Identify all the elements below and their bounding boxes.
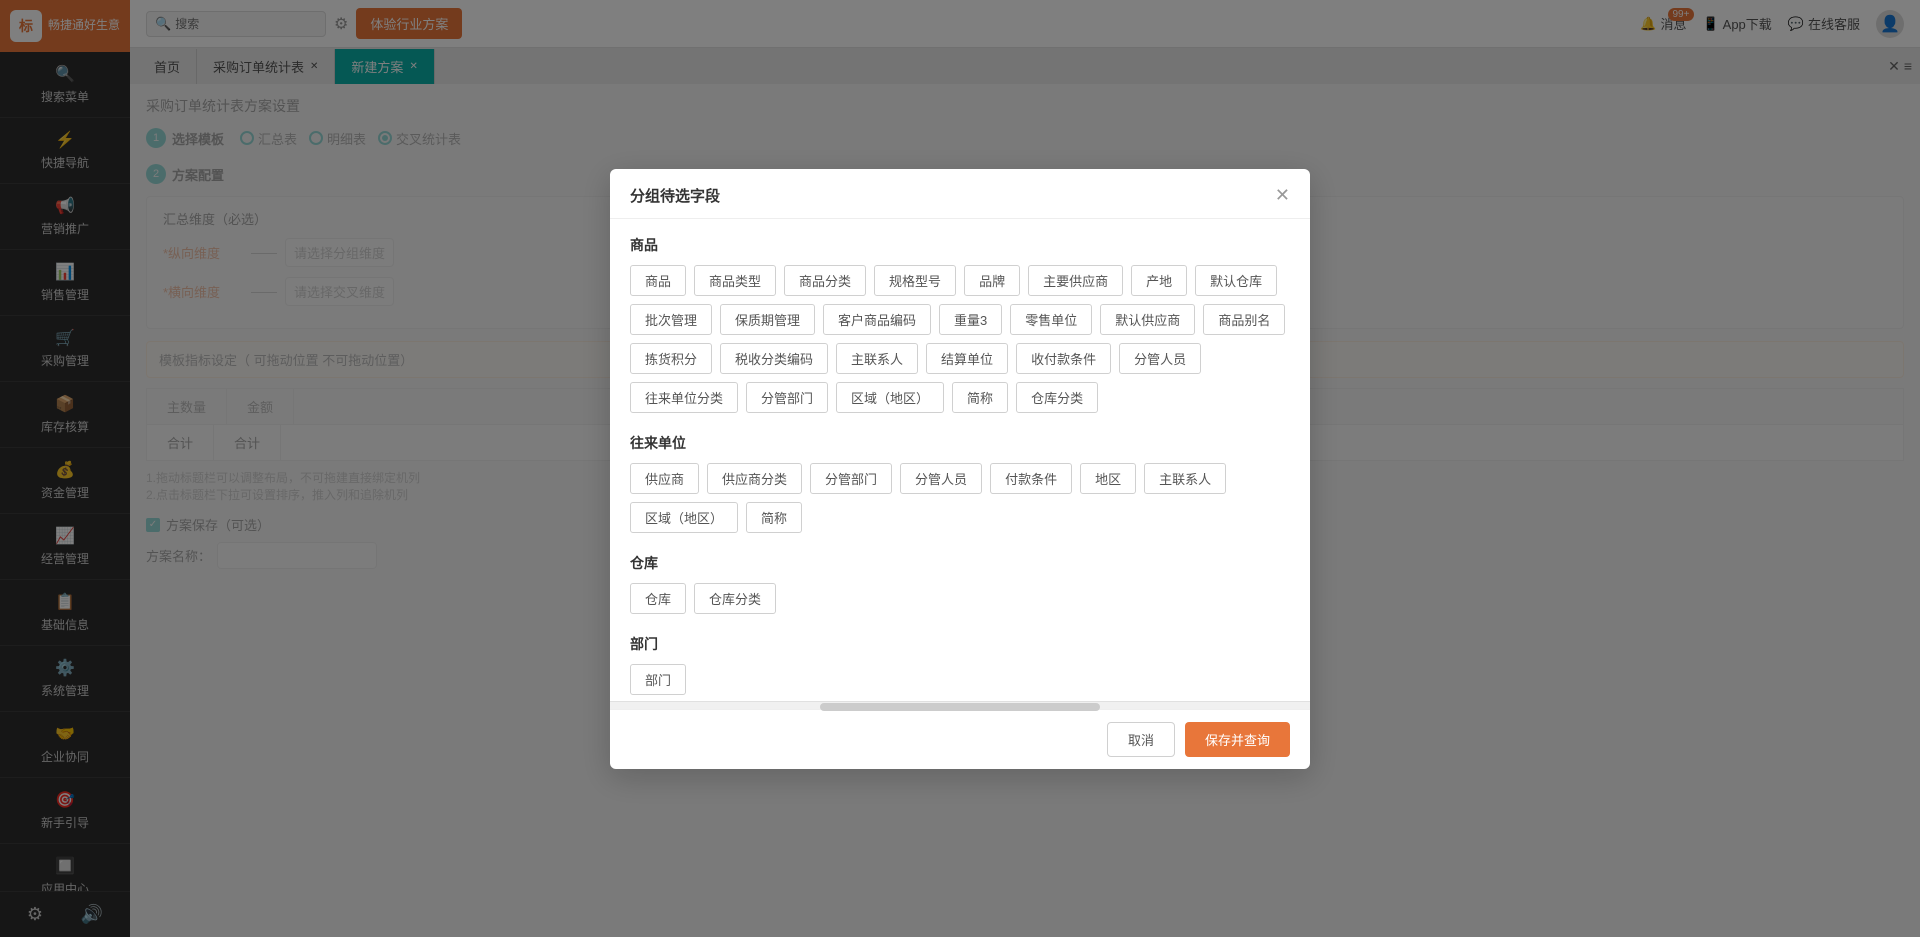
field-tag[interactable]: 仓库分类 <box>694 583 776 614</box>
field-tags: 部门 <box>630 664 1290 695</box>
field-tag[interactable]: 仓库 <box>630 583 686 614</box>
field-tag[interactable]: 税收分类编码 <box>720 343 828 374</box>
field-tag[interactable]: 收付款条件 <box>1016 343 1111 374</box>
field-tag[interactable]: 区域（地区） <box>630 502 738 533</box>
field-group-往来单位: 往来单位供应商供应商分类分管部门分管人员付款条件地区主联系人区域（地区） 简称 <box>630 433 1290 533</box>
field-tag[interactable]: 规格型号 <box>874 265 956 296</box>
field-tag[interactable]: 部门 <box>630 664 686 695</box>
cancel-button[interactable]: 取消 <box>1107 722 1175 757</box>
field-group-title: 部门 <box>630 634 1290 654</box>
field-tag[interactable]: 区域（地区） <box>836 382 944 413</box>
field-tag[interactable]: 品牌 <box>964 265 1020 296</box>
modal-footer: 取消 保存并查询 <box>610 709 1310 769</box>
field-tag[interactable]: 主要供应商 <box>1028 265 1123 296</box>
field-tag[interactable]: 分管人员 <box>1119 343 1201 374</box>
field-tag[interactable]: 仓库分类 <box>1016 382 1098 413</box>
modal-dialog: 分组待选字段 ✕ 商品商品商品类型商品分类规格型号品牌主要供应商产地默认仓库批次… <box>610 169 1310 769</box>
field-group-title: 商品 <box>630 235 1290 255</box>
field-tags: 仓库仓库分类 <box>630 583 1290 614</box>
modal-close-btn[interactable]: ✕ <box>1275 185 1290 206</box>
field-tag[interactable]: 批次管理 <box>630 304 712 335</box>
field-group-商品: 商品商品商品类型商品分类规格型号品牌主要供应商产地默认仓库批次管理保质期管理客户… <box>630 235 1290 413</box>
field-tag[interactable]: 产地 <box>1131 265 1187 296</box>
modal-title: 分组待选字段 <box>630 185 720 206</box>
field-tags: 供应商供应商分类分管部门分管人员付款条件地区主联系人区域（地区） 简称 <box>630 463 1290 533</box>
field-group-title: 往来单位 <box>630 433 1290 453</box>
field-tag[interactable]: 地区 <box>1080 463 1136 494</box>
modal-body: 商品商品商品类型商品分类规格型号品牌主要供应商产地默认仓库批次管理保质期管理客户… <box>610 219 1310 702</box>
field-tag[interactable]: 客户商品编码 <box>823 304 931 335</box>
field-tag[interactable]: 商品别名 <box>1203 304 1285 335</box>
field-tag[interactable]: 商品类型 <box>694 265 776 296</box>
field-tag[interactable]: 主联系人 <box>836 343 918 374</box>
field-tag[interactable]: 简称 <box>746 502 802 533</box>
field-tag[interactable]: 结算单位 <box>926 343 1008 374</box>
field-tag[interactable]: 供应商分类 <box>707 463 802 494</box>
modal-hscroll[interactable] <box>610 701 1310 708</box>
field-group-仓库: 仓库仓库仓库分类 <box>630 553 1290 614</box>
field-tag[interactable]: 保质期管理 <box>720 304 815 335</box>
field-tag[interactable]: 付款条件 <box>990 463 1072 494</box>
field-tag[interactable]: 重量3 <box>939 304 1002 335</box>
field-group-部门: 部门部门 <box>630 634 1290 695</box>
field-tag[interactable]: 拣货积分 <box>630 343 712 374</box>
field-tag[interactable]: 默认供应商 <box>1100 304 1195 335</box>
field-group-title: 仓库 <box>630 553 1290 573</box>
hscroll-thumb <box>820 703 1100 711</box>
field-tag[interactable]: 供应商 <box>630 463 699 494</box>
modal-overlay: 分组待选字段 ✕ 商品商品商品类型商品分类规格型号品牌主要供应商产地默认仓库批次… <box>0 0 1920 937</box>
field-tags: 商品商品类型商品分类规格型号品牌主要供应商产地默认仓库批次管理保质期管理客户商品… <box>630 265 1290 413</box>
field-tag[interactable]: 往来单位分类 <box>630 382 738 413</box>
field-tag[interactable]: 默认仓库 <box>1195 265 1277 296</box>
field-tag[interactable]: 简称 <box>952 382 1008 413</box>
confirm-button[interactable]: 保存并查询 <box>1185 722 1290 757</box>
field-tag[interactable]: 分管部门 <box>810 463 892 494</box>
field-tag[interactable]: 商品分类 <box>784 265 866 296</box>
field-tag[interactable]: 主联系人 <box>1144 463 1226 494</box>
field-tag[interactable]: 零售单位 <box>1010 304 1092 335</box>
field-tag[interactable]: 商品 <box>630 265 686 296</box>
modal-header: 分组待选字段 ✕ <box>610 169 1310 219</box>
field-tag[interactable]: 分管部门 <box>746 382 828 413</box>
field-tag[interactable]: 分管人员 <box>900 463 982 494</box>
